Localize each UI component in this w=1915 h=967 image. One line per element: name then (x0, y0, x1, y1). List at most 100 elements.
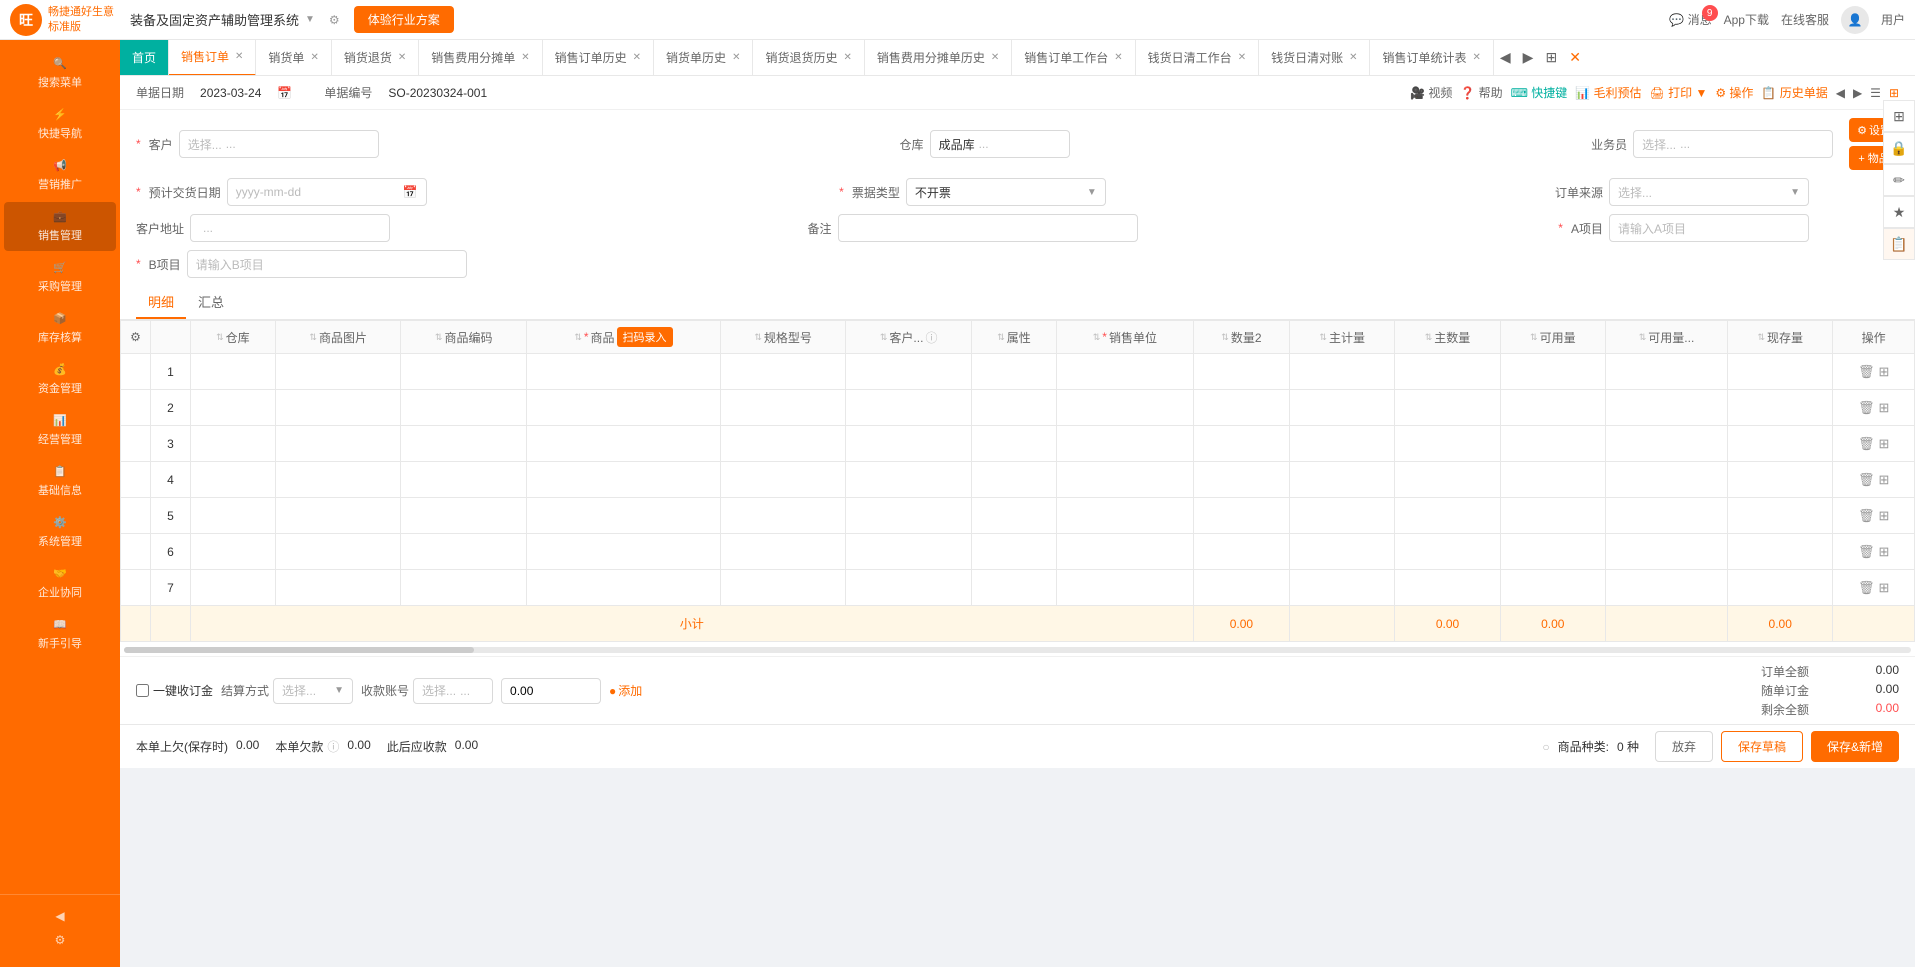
date-value[interactable]: 2023-03-24 (200, 86, 261, 100)
tab-sales-goods[interactable]: 销货单 ✕ (256, 40, 331, 76)
tab-close-icon[interactable]: ✕ (1114, 52, 1122, 63)
tab-fee-history[interactable]: 销售费用分摊单历史 ✕ (865, 40, 1012, 76)
tab-goods-history[interactable]: 销货单历史 ✕ (654, 40, 753, 76)
row1-main-unit[interactable] (1290, 354, 1395, 390)
tab-detail[interactable]: 明细 (136, 286, 186, 319)
app-download-link[interactable]: App下载 (1724, 11, 1769, 28)
save-draft-button[interactable]: 保存草稿 (1721, 731, 1803, 762)
copy-icon[interactable]: ⊞ (1878, 400, 1889, 416)
tab-stats[interactable]: 销售订单统计表 ✕ (1370, 40, 1493, 76)
delete-icon[interactable]: 🗑 (1858, 436, 1875, 452)
delete-icon[interactable]: 🗑 (1858, 472, 1875, 488)
remark-input[interactable] (838, 214, 1138, 242)
view-video-btn[interactable]: 🎥 视频 (1410, 84, 1452, 101)
delivery-date-input[interactable]: yyyy-mm-dd 📅 (227, 178, 427, 206)
tab-reconcile[interactable]: 钱货日清对账 ✕ (1259, 40, 1370, 76)
tab-close-icon[interactable]: ✕ (1238, 52, 1246, 63)
tab-menu-icon[interactable]: ⊞ (1539, 49, 1563, 66)
tab-close-icon[interactable]: ✕ (843, 52, 851, 63)
copy-icon[interactable]: ⊞ (1878, 472, 1889, 488)
right-panel-btn-2[interactable]: 🔒 (1883, 132, 1915, 164)
th-main-qty[interactable]: ⇅主数量 (1395, 321, 1500, 354)
tab-close-icon[interactable]: ✕ (310, 52, 318, 63)
history-btn[interactable]: 📋 历史单据 (1761, 84, 1827, 101)
th-warehouse[interactable]: ⇅仓库 (190, 321, 275, 354)
tab-close-icon[interactable]: ✕ (235, 51, 243, 62)
save-new-button[interactable]: 保存&新增 (1811, 731, 1899, 762)
th-customer-code[interactable]: ⇅客户...ⓘ (846, 321, 972, 354)
delete-icon[interactable]: 🗑 (1858, 580, 1875, 596)
th-product-img[interactable]: ⇅商品图片 (275, 321, 401, 354)
sidebar-item-marketing[interactable]: 📢 营销推广 (4, 151, 116, 200)
tab-close-icon[interactable]: ✕ (732, 52, 740, 63)
row1-stock[interactable] (1728, 354, 1833, 390)
tab-summary[interactable]: 汇总 (186, 286, 236, 319)
sidebar-item-sales[interactable]: 💼 销售管理 (4, 202, 116, 251)
user-avatar[interactable]: 👤 (1841, 6, 1869, 34)
gear-icon[interactable]: ⚙ (329, 13, 340, 27)
row1-qty2[interactable] (1193, 354, 1289, 390)
tab-return-history[interactable]: 销货退货历史 ✕ (753, 40, 864, 76)
sidebar-settings-btn[interactable]: ⚙ (0, 929, 120, 951)
row1-delete-icon[interactable]: 🗑 (1858, 364, 1875, 380)
sidebar-item-inventory[interactable]: 📦 库存核算 (4, 304, 116, 353)
system-arrow-icon[interactable]: ▼ (305, 14, 315, 25)
quick-settle-checkbox[interactable]: 一键收订金 (136, 682, 213, 699)
row1-customer-code[interactable] (846, 354, 972, 390)
sidebar-item-finance[interactable]: 💰 资金管理 (4, 355, 116, 404)
row1-attribute[interactable] (971, 354, 1056, 390)
quick-settle-input[interactable] (136, 684, 149, 697)
profit-estimate-btn[interactable]: 📊 毛利预估 (1575, 84, 1641, 101)
copy-icon[interactable]: ⊞ (1878, 508, 1889, 524)
tab-order-history[interactable]: 销售订单历史 ✕ (543, 40, 654, 76)
discard-button[interactable]: 放弃 (1655, 731, 1713, 762)
invoice-type-select[interactable]: 不开票 ▼ (906, 178, 1106, 206)
tab-fee-split[interactable]: 销售费用分摊单 ✕ (419, 40, 542, 76)
sidebar-item-purchase[interactable]: 🛒 采购管理 (4, 253, 116, 302)
th-unit[interactable]: ⇅ * 销售单位 (1057, 321, 1194, 354)
b-project-input[interactable]: 请输入B项目 (187, 250, 467, 278)
calendar-icon[interactable]: 📅 (277, 86, 292, 100)
list-view-icon[interactable]: ☰ (1870, 86, 1881, 100)
warehouse-input[interactable]: 成品库 ... (930, 130, 1070, 158)
sidebar-item-operations[interactable]: 📊 经营管理 (4, 406, 116, 455)
tab-close-icon[interactable]: ✕ (1473, 52, 1481, 63)
amount-input[interactable] (501, 678, 601, 704)
print-btn[interactable]: 🖨 打印 ▼ (1650, 84, 1708, 101)
tab-close-icon[interactable]: ✕ (991, 52, 999, 63)
row1-img[interactable] (275, 354, 401, 390)
right-panel-btn-1[interactable]: ⊞ (1883, 100, 1915, 132)
sidebar-collapse-button[interactable]: ◀ (0, 903, 120, 929)
tab-close-icon[interactable]: ✕ (521, 52, 529, 63)
delete-icon[interactable]: 🗑 (1858, 508, 1875, 524)
th-main-unit[interactable]: ⇅主计量 (1290, 321, 1395, 354)
th-available2[interactable]: ⇅可用量... (1605, 321, 1727, 354)
tab-home[interactable]: 首页 (120, 40, 169, 76)
delete-icon[interactable]: 🗑 (1858, 544, 1875, 560)
date-picker-icon[interactable]: 📅 (403, 185, 418, 199)
th-qty2[interactable]: ⇅数量2 (1193, 321, 1289, 354)
settle-method-select[interactable]: 选择... ▼ (273, 678, 353, 704)
row1-code[interactable] (401, 354, 527, 390)
right-panel-btn-4[interactable]: ★ (1883, 196, 1915, 228)
row1-product[interactable] (526, 354, 720, 390)
online-service-link[interactable]: 在线客服 (1781, 11, 1829, 28)
sidebar-item-basic-info[interactable]: 📋 基础信息 (4, 457, 116, 506)
copy-icon[interactable]: ⊞ (1878, 544, 1889, 560)
scan-input-badge[interactable]: 扫码录入 (617, 327, 673, 347)
sidebar-item-search[interactable]: 🔍 搜索菜单 (4, 49, 116, 98)
grid-view-icon[interactable]: ⊞ (1889, 86, 1899, 100)
th-settings[interactable]: ⚙ (121, 321, 151, 354)
tab-close-icon[interactable]: ✕ (398, 52, 406, 63)
operations-btn[interactable]: ⚙ 操作 (1715, 84, 1753, 101)
row1-main-qty[interactable] (1395, 354, 1500, 390)
tab-return[interactable]: 销货退货 ✕ (332, 40, 419, 76)
tab-next-icon[interactable]: ▶ (1517, 49, 1540, 66)
row1-unit[interactable] (1057, 354, 1194, 390)
row1-available2[interactable] (1605, 354, 1727, 390)
right-panel-btn-5[interactable]: 📋 (1883, 228, 1915, 260)
th-product-code[interactable]: ⇅商品编码 (401, 321, 527, 354)
sidebar-item-guide[interactable]: 📖 新手引导 (4, 610, 116, 659)
tab-daily-workbench[interactable]: 钱货日清工作台 ✕ (1136, 40, 1259, 76)
sidebar-item-enterprise[interactable]: 🤝 企业协同 (4, 559, 116, 608)
